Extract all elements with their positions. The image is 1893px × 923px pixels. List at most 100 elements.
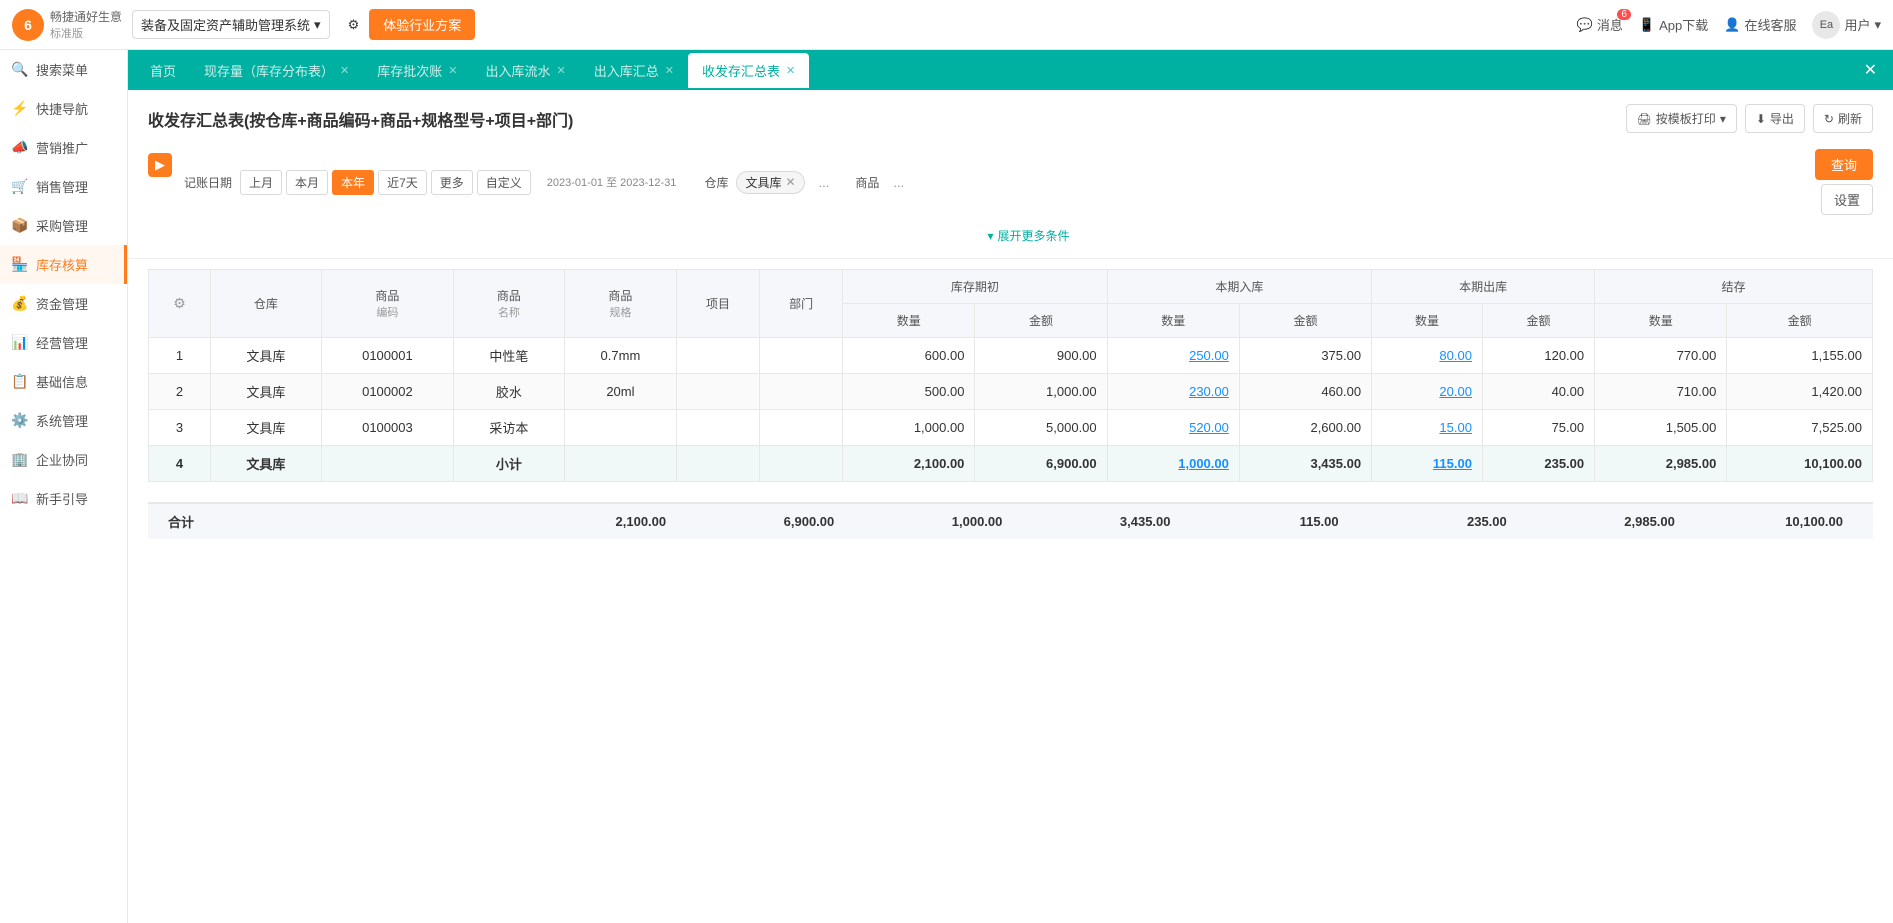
warehouse-tag: 文具库 ✕: [736, 171, 804, 194]
row-in-qty-link[interactable]: 520.00: [1189, 420, 1229, 435]
tab-close-recv-send[interactable]: ✕: [786, 64, 795, 77]
row-in-qty[interactable]: 1,000.00: [1107, 446, 1239, 482]
row-open-amt: 6,900.00: [975, 446, 1107, 482]
tab-batch[interactable]: 库存批次账 ✕: [363, 53, 471, 88]
sidebar-item-quick[interactable]: ⚡ 快捷导航: [0, 89, 127, 128]
date-btn-this-year[interactable]: 本年: [332, 170, 374, 195]
row-in-qty[interactable]: 250.00: [1107, 338, 1239, 374]
sidebar-item-basic[interactable]: 📋 基础信息: [0, 362, 127, 401]
sidebar-item-system[interactable]: ⚙️ 系统管理: [0, 401, 127, 440]
user-label: 用户: [1844, 15, 1870, 34]
settings-icon-btn[interactable]: ⚙: [348, 17, 360, 33]
row-spec: [564, 410, 676, 446]
row-in-qty-link[interactable]: 230.00: [1189, 384, 1229, 399]
sidebar-item-sales[interactable]: 🛒 销售管理: [0, 167, 127, 206]
row-in-qty[interactable]: 520.00: [1107, 410, 1239, 446]
query-btn[interactable]: 查询: [1815, 149, 1873, 180]
sidebar-item-search[interactable]: 🔍 搜索菜单: [0, 50, 127, 89]
brand-line2: 标准版: [50, 25, 122, 41]
tab-close-batch[interactable]: ✕: [448, 64, 457, 77]
sidebar-label-purchase: 采购管理: [36, 216, 88, 235]
total-values: 2,100.00 6,900.00 1,000.00 3,435.00 115.…: [508, 514, 1853, 529]
date-btn-custom[interactable]: 自定义: [477, 170, 531, 195]
row-open-qty: 600.00: [843, 338, 975, 374]
row-out-qty-link[interactable]: 15.00: [1439, 420, 1472, 435]
system-selector[interactable]: 装备及固定资产辅助管理系统 ▾: [132, 10, 330, 39]
row-out-qty[interactable]: 115.00: [1372, 446, 1483, 482]
brand-icon: 6: [12, 9, 44, 41]
date-btn-7days[interactable]: 近7天: [378, 170, 427, 195]
goods-filter-label: 商品: [855, 174, 879, 191]
tab-close-summary[interactable]: ✕: [665, 64, 674, 77]
user-menu-btn[interactable]: Ea 用户 ▾: [1812, 11, 1881, 39]
tab-stock-dist[interactable]: 现存量（库存分布表） ✕: [190, 53, 363, 88]
row-out-qty[interactable]: 80.00: [1372, 338, 1483, 374]
online-service-label: 在线客服: [1744, 15, 1796, 34]
export-btn[interactable]: ⬇ 导出: [1745, 104, 1805, 133]
app-download-btn[interactable]: 📱 App下载: [1639, 15, 1708, 34]
row-project: [676, 446, 759, 482]
brand-name: 畅捷通好生意: [50, 8, 122, 25]
guide-icon: 📖: [12, 491, 28, 507]
warehouse-dots-btn[interactable]: ...: [813, 173, 836, 192]
row-bal-qty: 2,985.00: [1595, 446, 1727, 482]
row-dept: [760, 338, 843, 374]
row-in-qty-link[interactable]: 1,000.00: [1178, 456, 1229, 471]
warehouse-tag-close[interactable]: ✕: [785, 175, 795, 189]
total-bal-qty: 2,985.00: [1517, 514, 1685, 529]
row-bal-amt: 7,525.00: [1727, 410, 1873, 446]
online-service-btn[interactable]: 👤 在线客服: [1724, 15, 1796, 34]
messages-btn[interactable]: 💬 消息 6: [1577, 15, 1623, 34]
tab-recv-send[interactable]: 收发存汇总表 ✕: [688, 53, 809, 88]
row-product: 胶水: [454, 374, 565, 410]
sidebar-label-marketing: 营销推广: [36, 138, 88, 157]
sidebar-item-marketing[interactable]: 📣 营销推广: [0, 128, 127, 167]
corp-icon: 🏢: [12, 452, 28, 468]
trial-button[interactable]: 体验行业方案: [369, 9, 475, 40]
row-in-qty-link[interactable]: 250.00: [1189, 348, 1229, 363]
col-bal-qty-header: 数量: [1595, 304, 1727, 338]
goods-dots-btn[interactable]: ...: [887, 173, 910, 192]
col-spec-header: 商品规格: [564, 270, 676, 338]
date-btn-this-month[interactable]: 本月: [286, 170, 328, 195]
tab-home[interactable]: 首页: [136, 53, 190, 88]
sidebar-item-purchase[interactable]: 📦 采购管理: [0, 206, 127, 245]
sidebar-item-finance[interactable]: 💰 资金管理: [0, 284, 127, 323]
col-gear[interactable]: ⚙: [149, 270, 211, 338]
row-out-qty[interactable]: 15.00: [1372, 410, 1483, 446]
row-code: 0100003: [321, 410, 453, 446]
row-open-qty: 1,000.00: [843, 410, 975, 446]
row-in-qty[interactable]: 230.00: [1107, 374, 1239, 410]
print-template-btn[interactable]: 🖨 按模板打印 ▾: [1626, 104, 1737, 133]
date-btn-more[interactable]: 更多: [431, 170, 473, 195]
tab-summary[interactable]: 出入库汇总 ✕: [580, 53, 688, 88]
tab-bar-close-btn[interactable]: ✕: [1856, 56, 1885, 84]
sidebar-item-corp[interactable]: 🏢 企业协同: [0, 440, 127, 479]
col-inbound-header: 本期入库: [1107, 270, 1371, 304]
col-out-amt-header: 金额: [1482, 304, 1594, 338]
sidebar-item-guide[interactable]: 📖 新手引导: [0, 479, 127, 518]
row-out-amt: 75.00: [1482, 410, 1594, 446]
row-out-qty-link[interactable]: 80.00: [1439, 348, 1472, 363]
row-out-amt: 40.00: [1482, 374, 1594, 410]
row-out-qty[interactable]: 20.00: [1372, 374, 1483, 410]
set-btn[interactable]: 设置: [1821, 184, 1873, 215]
page-title: 收发存汇总表(按仓库+商品编码+商品+规格型号+项目+部门): [148, 107, 573, 131]
sidebar-item-operation[interactable]: 📊 经营管理: [0, 323, 127, 362]
refresh-btn[interactable]: ↻ 刷新: [1813, 104, 1873, 133]
row-out-qty-link[interactable]: 115.00: [1433, 456, 1472, 471]
sidebar-item-inventory[interactable]: 🏪 库存核算: [0, 245, 127, 284]
tab-close-flow[interactable]: ✕: [557, 64, 566, 77]
col-dept-header: 部门: [760, 270, 843, 338]
date-btn-last-month[interactable]: 上月: [240, 170, 282, 195]
row-no: 4: [149, 446, 211, 482]
col-bal-amt-header: 金额: [1727, 304, 1873, 338]
row-out-amt: 235.00: [1482, 446, 1594, 482]
filter-toggle-btn[interactable]: ▶: [148, 153, 172, 177]
tab-flow[interactable]: 出入库流水 ✕: [471, 53, 579, 88]
expand-more-btn[interactable]: ▾ 展开更多条件: [987, 223, 1069, 248]
row-out-qty-link[interactable]: 20.00: [1439, 384, 1472, 399]
col-in-qty-header: 数量: [1107, 304, 1239, 338]
tab-close-stock-dist[interactable]: ✕: [340, 64, 349, 77]
row-spec: 0.7mm: [564, 338, 676, 374]
